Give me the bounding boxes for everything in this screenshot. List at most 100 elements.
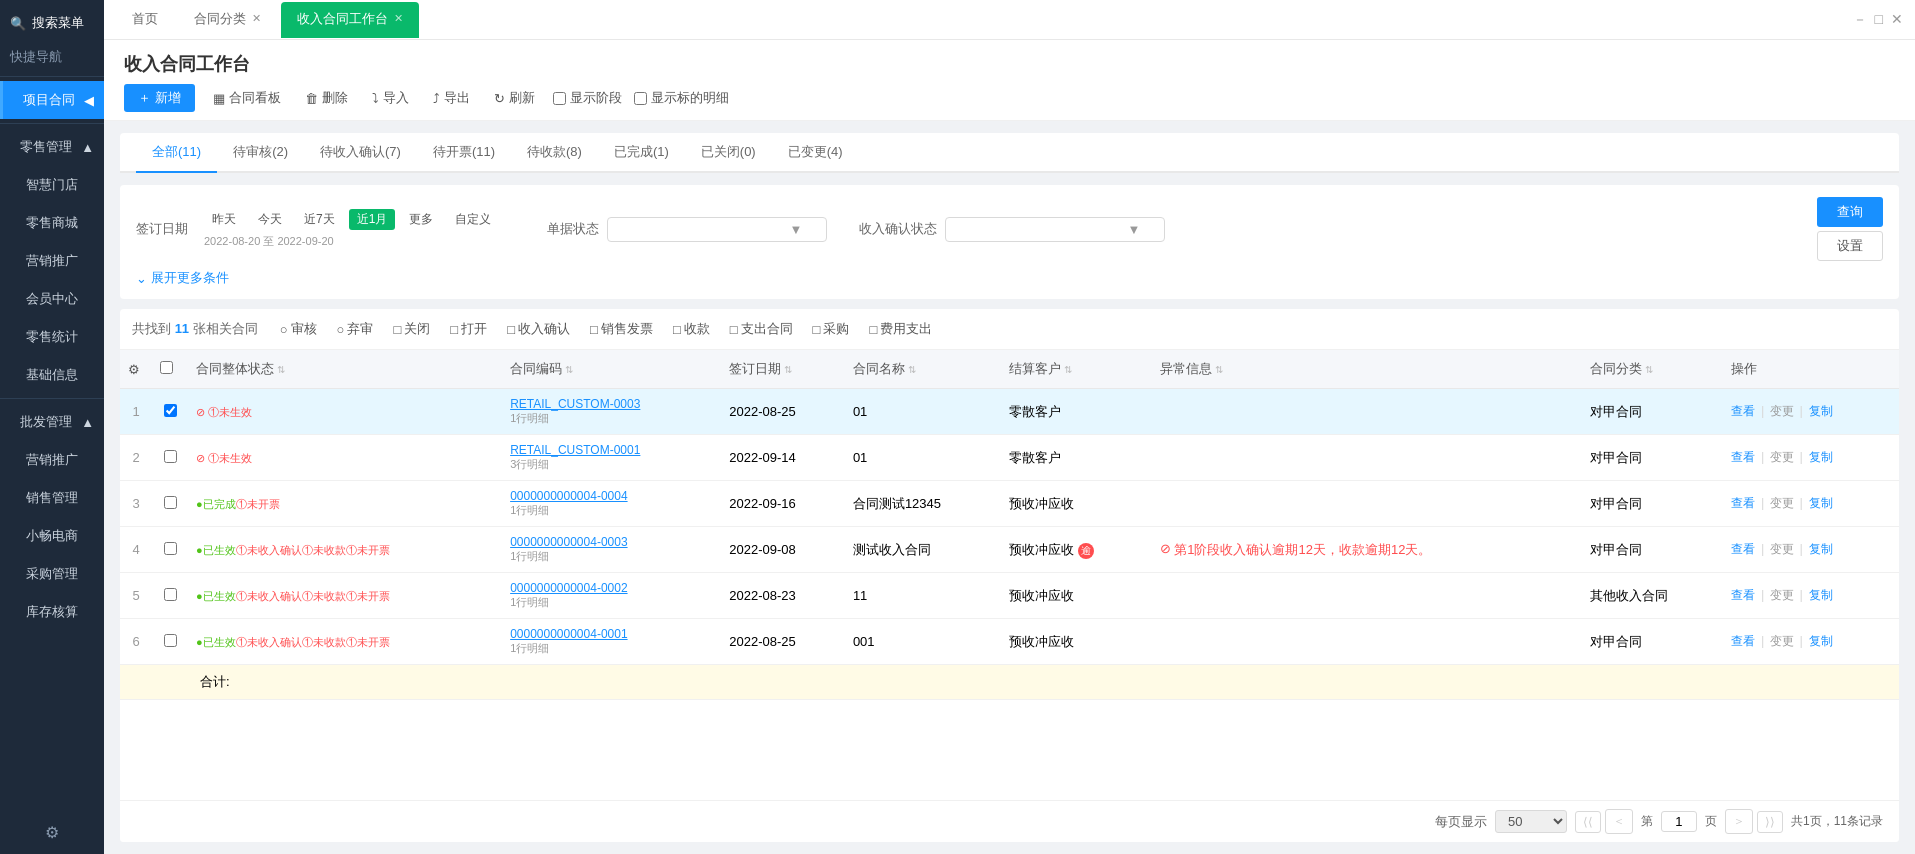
cell-checkbox-5[interactable] [152,573,188,619]
tab-contract-cat[interactable]: 合同分类 ✕ [178,2,277,38]
sidebar-item-retail-stat[interactable]: 零售统计 [0,318,104,356]
status-tab-completed[interactable]: 已完成(1) [598,133,685,173]
op-查看-1[interactable]: 查看 [1731,404,1755,418]
row-checkbox-5[interactable] [164,588,177,601]
row-checkbox-6[interactable] [164,634,177,647]
op-查看-4[interactable]: 查看 [1731,542,1755,556]
sidebar-item-retail-mall[interactable]: 零售商城 [0,204,104,242]
op-查看-5[interactable]: 查看 [1731,588,1755,602]
status-tab-pending-payment[interactable]: 待收款(8) [511,133,598,173]
purchase-button[interactable]: □ 采购 [807,317,856,341]
cell-checkbox-3[interactable] [152,481,188,527]
expense-output-button[interactable]: □ 费用支出 [863,317,938,341]
page-input[interactable] [1661,811,1697,832]
kanban-button[interactable]: ▦ 合同看板 [207,85,287,111]
last-page-btn[interactable]: ⟩⟩ [1757,811,1783,833]
code-link-4[interactable]: 0000000000004-0003 [510,535,713,549]
status-tab-pending-invoice[interactable]: 待开票(11) [417,133,511,173]
show-detail-checkbox-wrap[interactable]: 显示标的明细 [634,89,729,107]
op-复制-3[interactable]: 复制 [1809,496,1833,510]
row-checkbox-1[interactable] [164,404,177,417]
op-变更-2[interactable]: 变更 [1770,450,1794,464]
show-stage-checkbox-wrap[interactable]: 显示阶段 [553,89,622,107]
row-checkbox-3[interactable] [164,496,177,509]
op-变更-4[interactable]: 变更 [1770,542,1794,556]
audit-button[interactable]: ○ 审核 [274,317,323,341]
sidebar-item-purchase[interactable]: 采购管理 [0,555,104,593]
tab-income-work-close[interactable]: ✕ [394,12,403,25]
show-stage-checkbox[interactable] [553,92,566,105]
set-button[interactable]: 设置 [1817,231,1883,261]
row-checkbox-2[interactable] [164,450,177,463]
next-page-btn[interactable]: ＞ [1725,809,1753,834]
tab-contract-cat-close[interactable]: ✕ [252,12,261,25]
receive-button[interactable]: □ 收款 [667,317,716,341]
status-tab-pending-confirm[interactable]: 待收入确认(7) [304,133,417,173]
sidebar-nav[interactable]: 快捷导航 [0,42,104,72]
status-tab-all[interactable]: 全部(11) [136,133,217,173]
op-查看-2[interactable]: 查看 [1731,450,1755,464]
sidebar-item-xiaochu[interactable]: 小畅电商 [0,517,104,555]
delete-button[interactable]: 🗑 删除 [299,85,354,111]
code-link-2[interactable]: RETAIL_CUSTOM-0001 [510,443,713,457]
sidebar-item-inventory[interactable]: 库存核算 [0,593,104,631]
th-checkbox[interactable] [152,350,188,389]
code-link-3[interactable]: 0000000000004-0004 [510,489,713,503]
op-复制-2[interactable]: 复制 [1809,450,1833,464]
status-tab-closed[interactable]: 已关闭(0) [685,133,772,173]
op-复制-1[interactable]: 复制 [1809,404,1833,418]
custom-date-btn[interactable]: 自定义 [447,209,499,230]
sidebar-settings[interactable]: ⚙ [0,811,104,854]
op-变更-3[interactable]: 变更 [1770,496,1794,510]
sidebar-item-marketing2[interactable]: 营销推广 [0,441,104,479]
import-button[interactable]: ⤵ 导入 [366,85,415,111]
income-confirm-select[interactable]: ▼ [945,217,1165,242]
close-button[interactable]: ✕ [1891,11,1903,29]
op-查看-6[interactable]: 查看 [1731,634,1755,648]
cell-checkbox-1[interactable] [152,389,188,435]
sidebar-item-project[interactable]: 项目合同 ◀ [0,81,104,119]
last7-btn[interactable]: 近7天 [296,209,343,230]
more-date-btn[interactable]: 更多 [401,209,441,230]
tab-home[interactable]: 首页 [116,2,174,38]
sidebar-search[interactable]: 🔍 搜索菜单 [0,0,104,42]
op-复制-6[interactable]: 复制 [1809,634,1833,648]
yesterday-btn[interactable]: 昨天 [204,209,244,230]
status-tab-changed[interactable]: 已变更(4) [772,133,859,173]
sidebar-item-wholesale[interactable]: 批发管理 ▲ [0,403,104,441]
income-confirm-button[interactable]: □ 收入确认 [501,317,576,341]
row-checkbox-4[interactable] [164,542,177,555]
tab-income-work[interactable]: 收入合同工作台 ✕ [281,2,419,38]
code-link-6[interactable]: 0000000000004-0001 [510,627,713,641]
maximize-button[interactable]: □ [1875,11,1883,29]
today-btn[interactable]: 今天 [250,209,290,230]
sidebar-item-retail-mgmt[interactable]: 零售管理 ▲ [0,128,104,166]
sidebar-item-marketing1[interactable]: 营销推广 [0,242,104,280]
export-button[interactable]: ⤴ 导出 [427,85,476,111]
op-复制-5[interactable]: 复制 [1809,588,1833,602]
query-button[interactable]: 查询 [1817,197,1883,227]
show-detail-checkbox[interactable] [634,92,647,105]
sidebar-item-smart-store[interactable]: 智慧门店 [0,166,104,204]
sales-invoice-button[interactable]: □ 销售发票 [584,317,659,341]
status-tab-pending-review[interactable]: 待审核(2) [217,133,304,173]
cell-checkbox-4[interactable] [152,527,188,573]
code-link-5[interactable]: 0000000000004-0002 [510,581,713,595]
expand-btn[interactable]: ⌄ 展开更多条件 [136,269,1883,287]
add-button[interactable]: ＋ 新增 [124,84,195,112]
cell-checkbox-6[interactable] [152,619,188,665]
doc-status-select[interactable]: ▼ [607,217,827,242]
op-变更-6[interactable]: 变更 [1770,634,1794,648]
last1month-btn[interactable]: 近1月 [349,209,396,230]
output-contract-button[interactable]: □ 支出合同 [724,317,799,341]
page-size-select[interactable]: 50 20 100 [1495,810,1567,833]
op-复制-4[interactable]: 复制 [1809,542,1833,556]
refresh-button[interactable]: ↻ 刷新 [488,85,541,111]
close-contract-button[interactable]: □ 关闭 [387,317,436,341]
open-button[interactable]: □ 打开 [444,317,493,341]
op-变更-1[interactable]: 变更 [1770,404,1794,418]
op-变更-5[interactable]: 变更 [1770,588,1794,602]
sidebar-item-sales[interactable]: 销售管理 [0,479,104,517]
prev-page-btn[interactable]: ＜ [1605,809,1633,834]
op-查看-3[interactable]: 查看 [1731,496,1755,510]
